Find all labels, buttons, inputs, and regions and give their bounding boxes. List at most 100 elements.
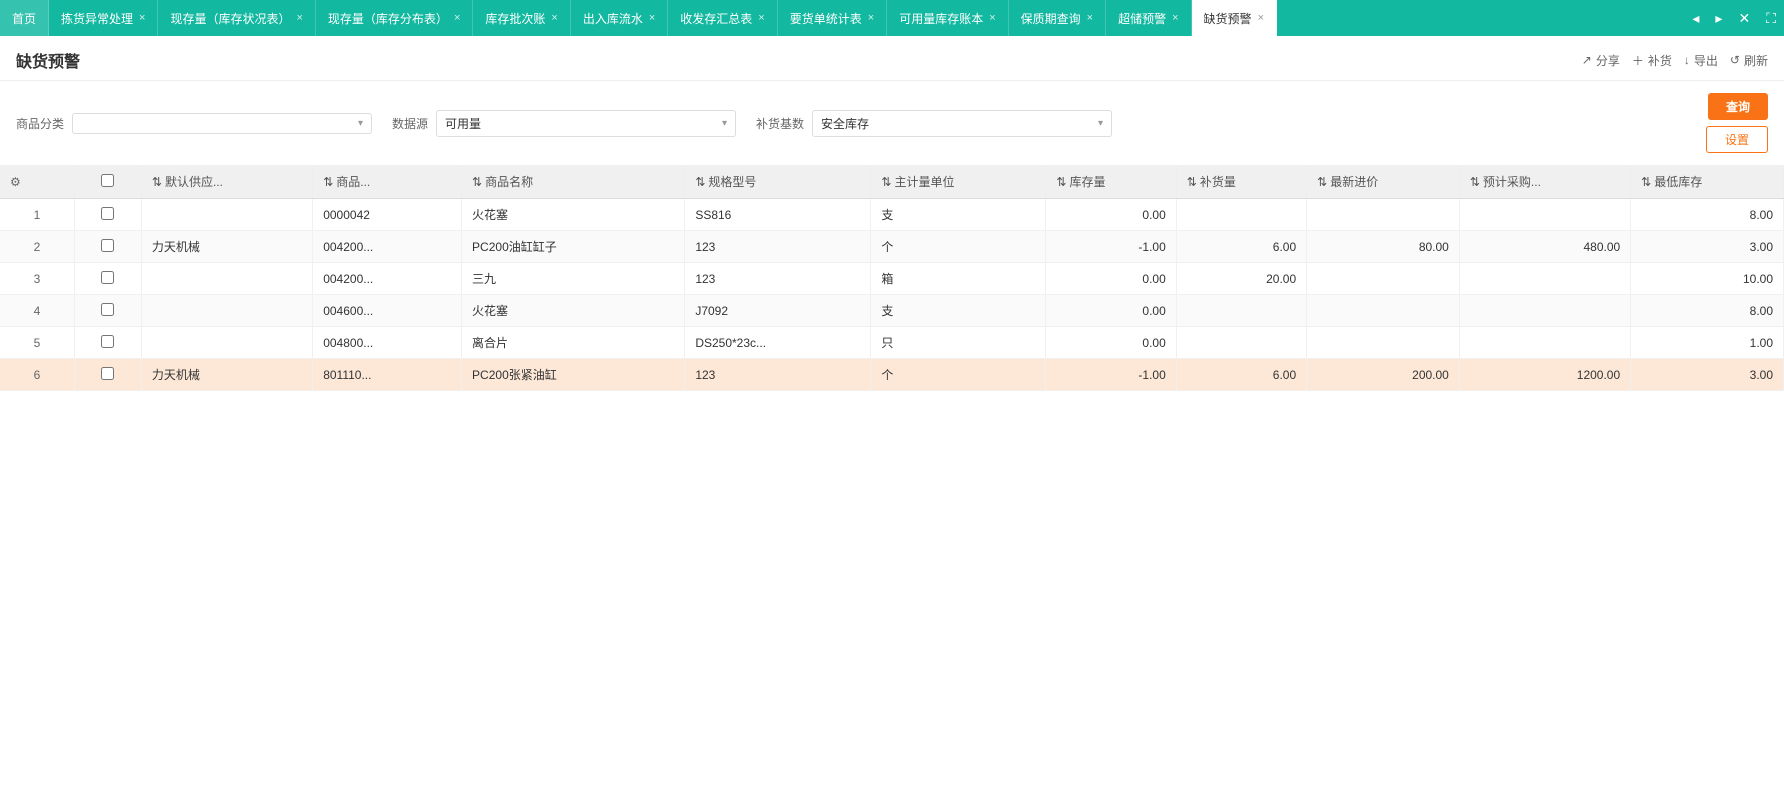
th-latest-price[interactable]: ⇅ 最新进价: [1307, 165, 1460, 199]
sort-latest-price-icon: ⇅: [1317, 175, 1327, 189]
cell-spec-5: 123: [685, 359, 871, 391]
tab-close-available-ledger[interactable]: ×: [989, 12, 995, 24]
tab-expiry-query[interactable]: 保质期查询 ×: [1009, 0, 1106, 36]
row-checkbox-5[interactable]: [101, 367, 114, 380]
tab-batch-account[interactable]: 库存批次账 ×: [473, 0, 570, 36]
tab-close-shortage-warning[interactable]: ×: [1258, 12, 1264, 24]
replenish-base-select[interactable]: 安全库存 ▾: [812, 110, 1112, 137]
tab-home[interactable]: 首页: [0, 0, 49, 36]
th-replenish[interactable]: ⇅ 补货量: [1176, 165, 1306, 199]
cell-index-0: 1: [0, 199, 74, 231]
cell-code-1: 004200...: [313, 231, 462, 263]
tab-inout-flow[interactable]: 出入库流水 ×: [571, 0, 668, 36]
data-source-chevron-icon: ▾: [722, 118, 727, 129]
th-forecast[interactable]: ⇅ 预计采购...: [1459, 165, 1630, 199]
cell-check-3[interactable]: [74, 295, 141, 327]
gear-icon[interactable]: ⚙: [10, 175, 21, 189]
cell-stock-1: -1.00: [1046, 231, 1176, 263]
cell-forecast-5: 1200.00: [1459, 359, 1630, 391]
tab-close-batch-account[interactable]: ×: [551, 12, 557, 24]
cell-spec-2: 123: [685, 263, 871, 295]
cell-code-0: 0000042: [313, 199, 462, 231]
cell-forecast-2: [1459, 263, 1630, 295]
cell-index-5: 6: [0, 359, 74, 391]
tab-close-inventory-dist[interactable]: ×: [454, 12, 460, 24]
th-gear[interactable]: ⚙: [0, 165, 74, 199]
cell-supplier-3: [141, 295, 312, 327]
table-header-row: ⚙ ⇅ 默认供应... ⇅: [0, 165, 1784, 199]
tab-close-expiry-query[interactable]: ×: [1087, 12, 1093, 24]
cell-stock-2: 0.00: [1046, 263, 1176, 295]
replenish-button[interactable]: ＋ 补货: [1632, 52, 1672, 69]
th-min-stock[interactable]: ⇅ 最低库存: [1631, 165, 1784, 199]
tab-close-all-btn[interactable]: ✕: [1730, 0, 1758, 36]
cell-supplier-2: [141, 263, 312, 295]
row-checkbox-0[interactable]: [101, 207, 114, 220]
th-check-all[interactable]: [74, 165, 141, 199]
category-chevron-icon: ▾: [358, 118, 363, 129]
tab-order-stats[interactable]: 要货单统计表 ×: [778, 0, 887, 36]
th-stock[interactable]: ⇅ 库存量: [1046, 165, 1176, 199]
cell-forecast-0: [1459, 199, 1630, 231]
table-row: 4 004600... 火花塞 J7092 支 0.00 8.00: [0, 295, 1784, 327]
cell-name-5: PC200张紧油缸: [462, 359, 685, 391]
cell-spec-1: 123: [685, 231, 871, 263]
category-select[interactable]: ▾: [72, 113, 372, 134]
cell-latest-price-2: [1307, 263, 1460, 295]
th-spec[interactable]: ⇅ 规格型号: [685, 165, 871, 199]
cell-check-5[interactable]: [74, 359, 141, 391]
sort-name-icon: ⇅: [472, 175, 482, 189]
cell-unit-3: 支: [871, 295, 1046, 327]
replenish-base-chevron-icon: ▾: [1098, 118, 1103, 129]
refresh-button[interactable]: ↺ 刷新: [1730, 52, 1768, 69]
data-source-label: 数据源: [392, 115, 428, 132]
th-code[interactable]: ⇅ 商品...: [313, 165, 462, 199]
tab-inventory-dist[interactable]: 现存量（库存分布表） ×: [316, 0, 473, 36]
row-checkbox-1[interactable]: [101, 239, 114, 252]
settings-button[interactable]: 设置: [1706, 126, 1768, 153]
row-checkbox-2[interactable]: [101, 271, 114, 284]
tab-shortage-warning[interactable]: 缺货预警 ×: [1192, 0, 1277, 36]
tab-close-overstock-warning[interactable]: ×: [1172, 12, 1178, 24]
th-name[interactable]: ⇅ 商品名称: [462, 165, 685, 199]
export-icon: ↓: [1684, 53, 1690, 67]
cell-check-4[interactable]: [74, 327, 141, 359]
cell-index-3: 4: [0, 295, 74, 327]
check-all-checkbox[interactable]: [101, 174, 114, 187]
table-row: 5 004800... 离合片 DS250*23c... 只 0.00 1.00: [0, 327, 1784, 359]
tab-close-order-stats[interactable]: ×: [868, 12, 874, 24]
cell-stock-5: -1.00: [1046, 359, 1176, 391]
tab-prev-btn[interactable]: ◂: [1684, 0, 1707, 36]
data-source-filter: 数据源 可用量 ▾: [392, 110, 736, 137]
th-supplier[interactable]: ⇅ 默认供应...: [141, 165, 312, 199]
cell-stock-4: 0.00: [1046, 327, 1176, 359]
tab-defect-handling[interactable]: 拣货异常处理 ×: [49, 0, 158, 36]
tab-available-ledger[interactable]: 可用量库存账本 ×: [887, 0, 1008, 36]
cell-check-2[interactable]: [74, 263, 141, 295]
data-source-value: 可用量: [445, 115, 481, 132]
row-checkbox-4[interactable]: [101, 335, 114, 348]
tab-next-btn[interactable]: ▸: [1707, 0, 1730, 36]
data-source-select[interactable]: 可用量 ▾: [436, 110, 736, 137]
cell-stock-3: 0.00: [1046, 295, 1176, 327]
cell-replenish-0: [1176, 199, 1306, 231]
cell-check-0[interactable]: [74, 199, 141, 231]
query-button[interactable]: 查询: [1708, 93, 1768, 120]
export-button[interactable]: ↓ 导出: [1684, 52, 1718, 69]
replenish-base-value: 安全库存: [821, 115, 869, 132]
cell-min-stock-3: 8.00: [1631, 295, 1784, 327]
th-unit[interactable]: ⇅ 主计量单位: [871, 165, 1046, 199]
tab-close-inout-flow[interactable]: ×: [649, 12, 655, 24]
cell-index-4: 5: [0, 327, 74, 359]
cell-check-1[interactable]: [74, 231, 141, 263]
tab-close-receive-summary[interactable]: ×: [758, 12, 764, 24]
tab-expand-btn[interactable]: ⛶: [1758, 0, 1784, 36]
cell-min-stock-4: 1.00: [1631, 327, 1784, 359]
tab-receive-summary[interactable]: 收发存汇总表 ×: [668, 0, 777, 36]
tab-close-defect-handling[interactable]: ×: [139, 12, 145, 24]
tab-inventory-status[interactable]: 现存量（库存状况表） ×: [158, 0, 315, 36]
share-button[interactable]: ↗ 分享: [1582, 52, 1620, 69]
row-checkbox-3[interactable]: [101, 303, 114, 316]
tab-overstock-warning[interactable]: 超储预警 ×: [1106, 0, 1191, 36]
tab-close-inventory-status[interactable]: ×: [296, 12, 302, 24]
